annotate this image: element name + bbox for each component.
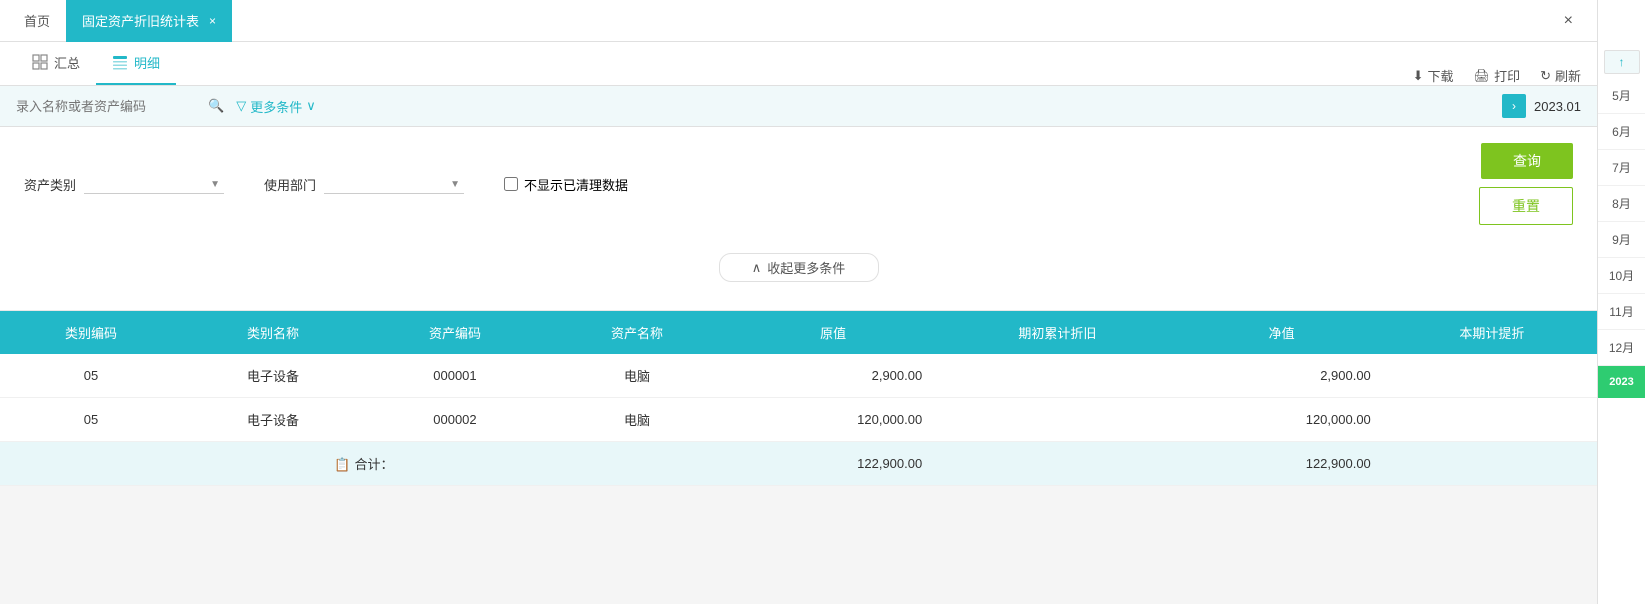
asset-table: 类别编码 类别名称 资产编码 资产名称 原值 期初累计折旧 净值 本期计提折 0… (0, 311, 1597, 486)
query-button[interactable]: 查询 (1481, 143, 1573, 179)
total-original-value: 122,900.00 (728, 442, 938, 486)
more-conditions-btn[interactable]: ▽ 更多条件 ∨ (236, 97, 316, 116)
print-label: 打印 (1494, 66, 1520, 85)
download-btn[interactable]: ⬇ 下载 (1413, 66, 1454, 85)
active-tab[interactable]: 固定资产折旧统计表 × (66, 0, 232, 42)
month-item[interactable]: 5月 (1598, 78, 1645, 114)
refresh-icon: ↻ (1540, 68, 1551, 84)
table-header-row: 类别编码 类别名称 资产编码 资产名称 原值 期初累计折旧 净值 本期计提折 (0, 311, 1597, 354)
download-label: 下载 (1428, 66, 1454, 85)
download-icon: ⬇ (1413, 68, 1424, 84)
col-original-value: 原值 (728, 311, 938, 354)
tab-detail[interactable]: 明细 (96, 41, 176, 85)
asset-category-filter: 资产类别 ▼ (24, 174, 224, 194)
cell-category-code: 05 (0, 398, 182, 442)
col-asset-code: 资产编码 (364, 311, 546, 354)
table-row: 05 电子设备 000001 电脑 2,900.00 2,900.00 (0, 354, 1597, 398)
cell-asset-code: 000002 (364, 398, 546, 442)
cell-current-depreciation (1387, 354, 1597, 398)
month-item[interactable]: 9月 (1598, 222, 1645, 258)
total-accumulated-depreciation (938, 442, 1176, 486)
search-bar: 🔍 ▽ 更多条件 ∨ › 2023.01 (0, 86, 1597, 127)
department-label: 使用部门 (264, 175, 316, 194)
cell-net-value: 2,900.00 (1177, 354, 1387, 398)
total-current-depreciation (1387, 442, 1597, 486)
col-current-depreciation: 本期计提折 (1387, 311, 1597, 354)
refresh-btn[interactable]: ↻ 刷新 (1540, 66, 1581, 85)
search-icon[interactable]: 🔍 (208, 98, 224, 114)
total-net-value: 122,900.00 (1177, 442, 1387, 486)
hide-cleared-checkbox[interactable] (504, 177, 518, 191)
table-container: 类别编码 类别名称 资产编码 资产名称 原值 期初累计折旧 净值 本期计提折 0… (0, 311, 1597, 486)
tab-summary-label: 汇总 (54, 53, 80, 72)
search-input[interactable] (16, 99, 196, 114)
window-close-btn[interactable]: × (1556, 8, 1581, 34)
date-label: 2023.01 (1534, 99, 1581, 114)
hide-cleared-label: 不显示已清理数据 (524, 175, 628, 194)
asset-category-label: 资产类别 (24, 175, 76, 194)
detail-icon (112, 54, 128, 70)
department-select-wrapper: ▼ (324, 174, 464, 194)
year-badge[interactable]: 2023 (1598, 366, 1645, 398)
col-net-value: 净值 (1177, 311, 1387, 354)
cell-accumulated-depreciation (938, 354, 1176, 398)
filter-area: 资产类别 ▼ 使用部门 ▼ 不显示已清理数 (0, 127, 1597, 311)
summary-icon (32, 54, 48, 70)
collapse-label: 收起更多条件 (767, 258, 845, 277)
cell-asset-name: 电脑 (546, 398, 728, 442)
month-item[interactable]: 7月 (1598, 150, 1645, 186)
department-filter: 使用部门 ▼ (264, 174, 464, 194)
tab-detail-label: 明细 (134, 53, 160, 72)
tab-summary[interactable]: 汇总 (16, 41, 96, 85)
cell-asset-name: 电脑 (546, 354, 728, 398)
more-conditions-label: 更多条件 (250, 97, 302, 116)
chevron-down-icon: ∨ (306, 98, 316, 114)
date-prev-btn[interactable]: › (1502, 94, 1526, 118)
col-category-name: 类别名称 (182, 311, 364, 354)
month-item[interactable]: 8月 (1598, 186, 1645, 222)
tab-title: 固定资产折旧统计表 (82, 11, 199, 30)
toolbar-right: ⬇ 下载 🖨 打印 ↻ 刷新 (1413, 66, 1581, 85)
month-item[interactable]: 6月 (1598, 114, 1645, 150)
total-label: 📋合计： (182, 442, 546, 486)
total-row: 📋合计： 122,900.00 122,900.00 (0, 442, 1597, 486)
table-row: 05 电子设备 000002 电脑 120,000.00 120,000.00 (0, 398, 1597, 442)
month-up-btn[interactable]: ↑ (1604, 50, 1640, 74)
month-panel: ↑ 5月6月7月8月9月10月11月12月 2023 (1597, 0, 1645, 604)
refresh-label: 刷新 (1555, 66, 1581, 85)
tab-bar: 汇总 明细 ⬇ 下载 🖨 打印 ↻ (0, 42, 1597, 86)
collapse-icon: ∧ (752, 260, 762, 276)
print-icon: 🖨 (1474, 68, 1491, 84)
top-nav: 首页 固定资产折旧统计表 × × (0, 0, 1597, 42)
cell-original-value: 120,000.00 (728, 398, 938, 442)
cell-net-value: 120,000.00 (1177, 398, 1387, 442)
department-select[interactable] (324, 174, 464, 194)
cell-current-depreciation (1387, 398, 1597, 442)
print-btn[interactable]: 🖨 打印 (1474, 66, 1521, 85)
cell-category-code: 05 (0, 354, 182, 398)
date-nav: › 2023.01 (1502, 94, 1581, 118)
home-link[interactable]: 首页 (16, 11, 58, 30)
asset-category-select-wrapper: ▼ (84, 174, 224, 194)
col-accumulated-depreciation: 期初累计折旧 (938, 311, 1176, 354)
month-item[interactable]: 11月 (1598, 294, 1645, 330)
hide-cleared-filter: 不显示已清理数据 (504, 175, 628, 194)
month-item[interactable]: 10月 (1598, 258, 1645, 294)
collapse-conditions-btn[interactable]: ∧ 收起更多条件 (719, 253, 879, 282)
col-asset-name: 资产名称 (546, 311, 728, 354)
filter-row: 资产类别 ▼ 使用部门 ▼ 不显示已清理数 (24, 143, 1573, 225)
filter-buttons: 查询 重置 (1479, 143, 1573, 225)
cell-original-value: 2,900.00 (728, 354, 938, 398)
cell-asset-code: 000001 (364, 354, 546, 398)
tab-close-btn[interactable]: × (209, 14, 216, 28)
cell-accumulated-depreciation (938, 398, 1176, 442)
asset-category-select[interactable] (84, 174, 224, 194)
reset-button[interactable]: 重置 (1479, 187, 1573, 225)
cell-category-name: 电子设备 (182, 398, 364, 442)
month-item[interactable]: 12月 (1598, 330, 1645, 366)
col-category-code: 类别编码 (0, 311, 182, 354)
filter-icon: ▽ (236, 98, 246, 114)
total-icon: 📋 (334, 457, 350, 472)
cell-category-name: 电子设备 (182, 354, 364, 398)
